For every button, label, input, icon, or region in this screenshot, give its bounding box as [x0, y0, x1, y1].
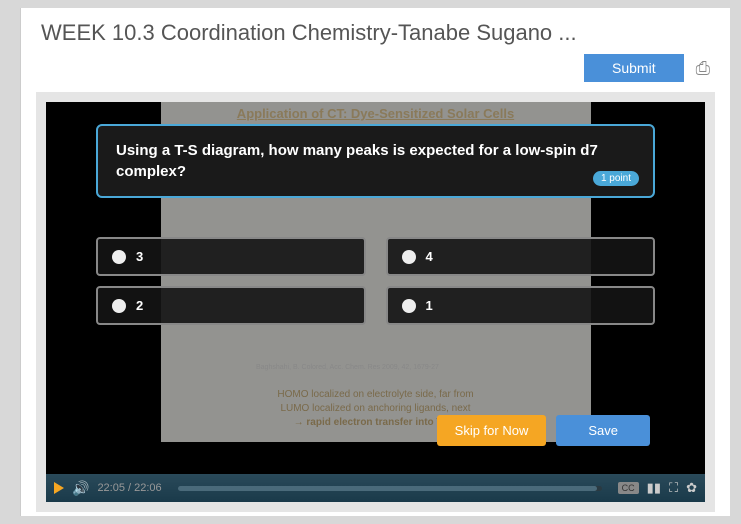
skip-button[interactable]: Skip for Now — [437, 415, 547, 446]
progress-fill — [178, 486, 598, 491]
radio-icon — [402, 250, 416, 264]
play-icon[interactable] — [54, 482, 64, 494]
save-button[interactable]: Save — [556, 415, 650, 446]
question-box: Using a T-S diagram, how many peaks is e… — [96, 124, 655, 198]
slide-title: Application of CT: Dye-Sensitized Solar … — [237, 106, 514, 121]
option-label: 2 — [136, 298, 143, 313]
submit-button[interactable]: Submit — [584, 54, 684, 82]
cc-button[interactable]: CC — [618, 482, 639, 494]
option-1[interactable]: 1 — [386, 286, 656, 325]
print-icon[interactable]: ⎙ — [696, 58, 710, 79]
time-display: 22:05 / 22:06 — [97, 482, 161, 494]
radio-icon — [112, 299, 126, 313]
points-badge: 1 point — [593, 171, 639, 186]
option-label: 4 — [426, 249, 433, 264]
slide-citation: Baghshahi, B. Colored, Acc. Chem. Res 20… — [256, 364, 439, 371]
question-text: Using a T-S diagram, how many peaks is e… — [116, 140, 635, 182]
slide-line-2: LUMO localized on anchoring ligands, nex… — [277, 402, 473, 416]
radio-icon — [112, 250, 126, 264]
player-bar: 🔊 22:05 / 22:06 CC ▮▮ ⛶ ✿ — [46, 474, 705, 502]
fullscreen-icon[interactable]: ⛶ — [669, 480, 678, 496]
settings-icon[interactable]: ✿ — [686, 480, 697, 496]
option-2[interactable]: 2 — [96, 286, 366, 325]
slide-line-1: HOMO localized on electrolyte side, far … — [277, 388, 473, 402]
option-3[interactable]: 3 — [96, 237, 366, 276]
radio-icon — [402, 299, 416, 313]
volume-icon[interactable]: 🔊 — [72, 480, 89, 497]
option-4[interactable]: 4 — [386, 237, 656, 276]
video-container: Application of CT: Dye-Sensitized Solar … — [36, 92, 715, 512]
page-title: WEEK 10.3 Coordination Chemistry-Tanabe … — [41, 20, 710, 46]
progress-bar[interactable] — [178, 486, 602, 491]
option-label: 1 — [426, 298, 433, 313]
option-label: 3 — [136, 249, 143, 264]
transcript-icon[interactable]: ▮▮ — [647, 480, 661, 496]
